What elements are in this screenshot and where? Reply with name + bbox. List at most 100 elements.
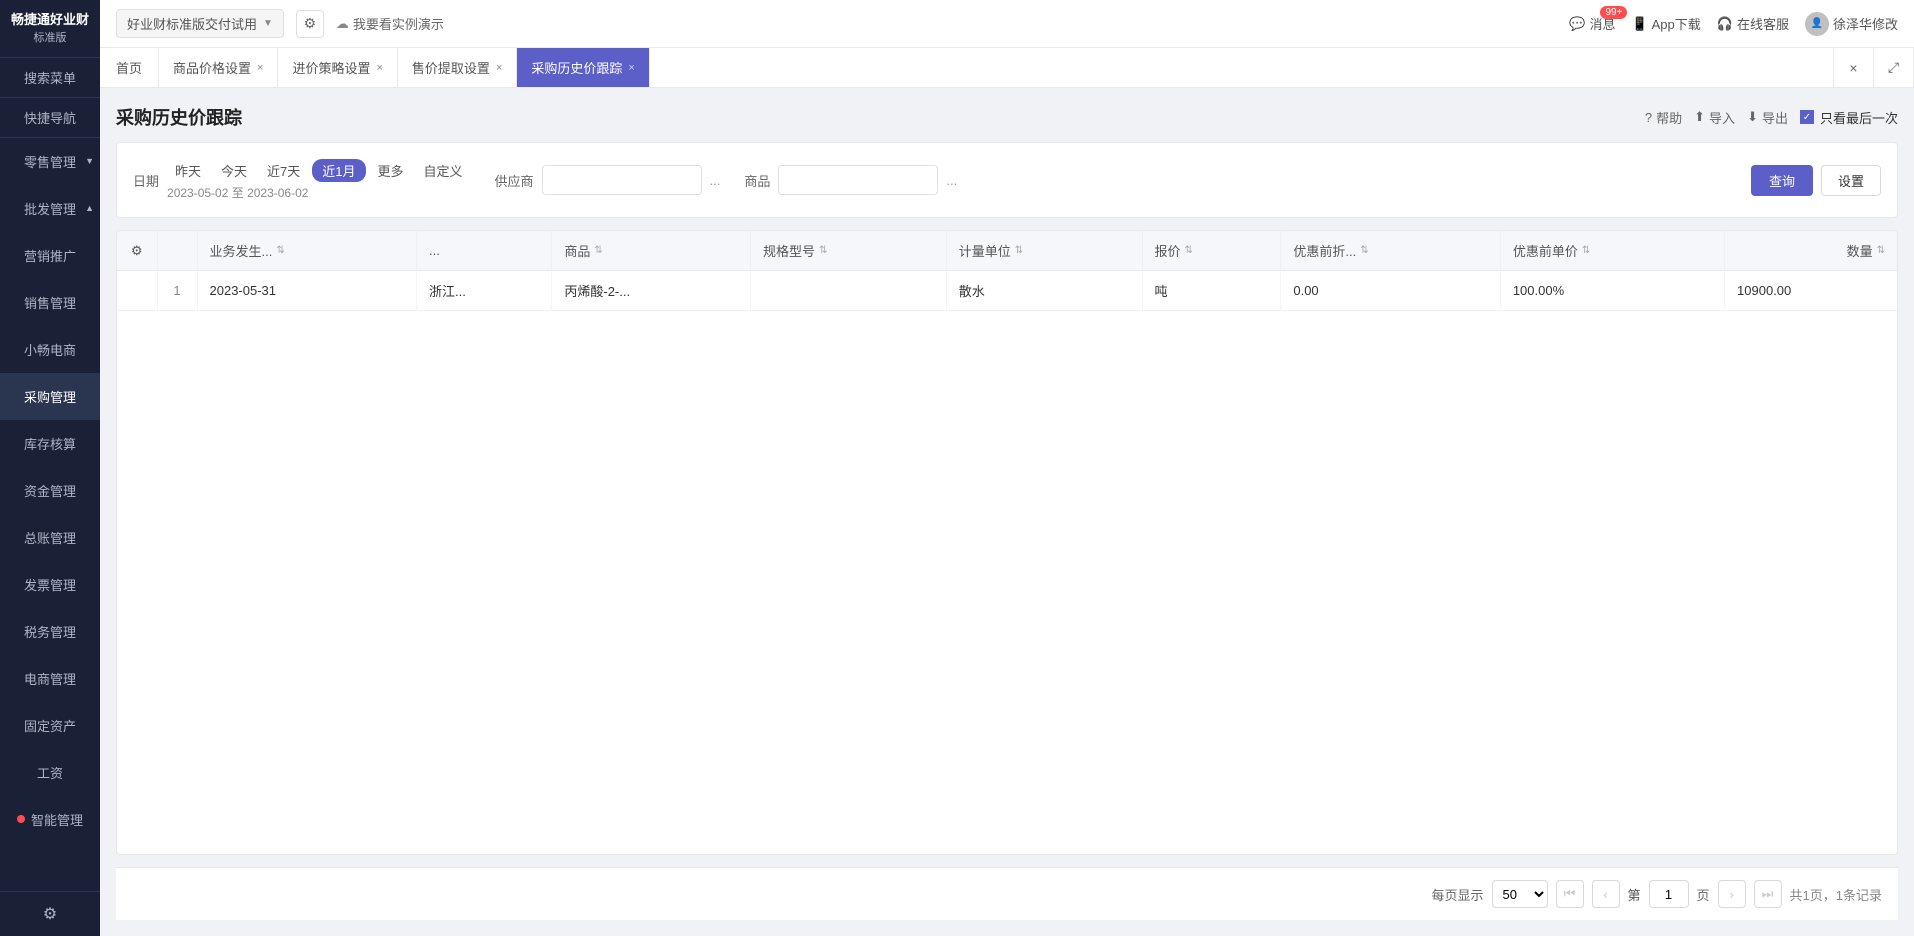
page-number-input[interactable] xyxy=(1649,880,1689,908)
help-link[interactable]: ? 帮助 xyxy=(1645,108,1682,127)
sidebar-item-finance[interactable]: 资金管理 xyxy=(0,467,100,514)
service-label: 在线客服 xyxy=(1737,14,1789,33)
sidebar-item-ecommerce[interactable]: 电商管理 xyxy=(0,655,100,702)
user-menu[interactable]: 👤 徐泽华修改 xyxy=(1805,12,1898,36)
export-link[interactable]: ⬇ 导出 xyxy=(1747,108,1788,127)
tab-home[interactable]: 首页 xyxy=(100,48,159,87)
date-opt-yesterday[interactable]: 昨天 xyxy=(167,159,209,182)
tab-close-button[interactable]: × xyxy=(1834,48,1874,87)
th-goods-sort[interactable]: 商品 ⇅ xyxy=(564,241,738,260)
sidebar-item-smart[interactable]: 智能管理 xyxy=(0,796,100,843)
th-goods[interactable]: 商品 ⇅ xyxy=(552,231,751,271)
setting-button[interactable]: 设置 xyxy=(1821,165,1881,196)
demo-label: 我要看实例演示 xyxy=(353,14,444,33)
settings-gear-icon[interactable]: ⚙ xyxy=(8,904,92,924)
sidebar-item-inventory[interactable]: 库存核算 xyxy=(0,420,100,467)
sidebar: 畅捷通好业财 标准版 搜索菜单 快捷导航 零售管理 批发管理 营销推广 销售管理… xyxy=(0,0,100,936)
sidebar-item-search[interactable]: 搜索菜单 xyxy=(0,58,100,98)
sidebar-item-quicknav[interactable]: 快捷导航 xyxy=(0,98,100,138)
th-price-sort[interactable]: 报价 ⇅ xyxy=(1155,241,1269,260)
th-biz-date-sort[interactable]: 业务发生... ⇅ xyxy=(210,241,404,260)
tab-expand-button[interactable]: ⤢ xyxy=(1874,48,1914,87)
goods-input[interactable] xyxy=(778,165,938,195)
sidebar-item-wholesale[interactable]: 批发管理 xyxy=(0,185,100,232)
version-label: 好业财标准版交付试用 xyxy=(127,14,257,33)
sidebar-item-salary[interactable]: 工资 xyxy=(0,749,100,796)
only-last-check-icon[interactable]: ✓ xyxy=(1800,110,1814,124)
total-info: 共1页，1条记录 xyxy=(1790,885,1882,904)
th-unit-sort[interactable]: 计量单位 ⇅ xyxy=(959,241,1130,260)
tab-sale-price-label: 售价提取设置 xyxy=(412,58,490,77)
sort-icon-qty: ⇅ xyxy=(1877,245,1885,256)
app-label: App下载 xyxy=(1652,14,1701,33)
page-prev-button[interactable]: ‹ xyxy=(1592,880,1620,908)
td-more: 浙江... xyxy=(416,271,551,311)
date-opt-today[interactable]: 今天 xyxy=(213,159,255,182)
date-opt-custom[interactable]: 自定义 xyxy=(416,159,471,182)
per-page-label: 每页显示 xyxy=(1431,885,1483,904)
th-spec[interactable]: 规格型号 ⇅ xyxy=(751,231,947,271)
th-discount-sort[interactable]: 优惠前折... ⇅ xyxy=(1293,241,1487,260)
page-next-button[interactable]: › xyxy=(1718,880,1746,908)
goods-filter-group: 商品 ... xyxy=(744,165,957,195)
th-spec-sort[interactable]: 规格型号 ⇅ xyxy=(763,241,934,260)
tab-purchase-history-close[interactable]: × xyxy=(628,62,634,74)
online-service-button[interactable]: 🎧 在线客服 xyxy=(1717,14,1789,33)
th-qty[interactable]: 数量 ⇅ xyxy=(1725,231,1897,271)
only-last-label: 只看最后一次 xyxy=(1820,108,1898,127)
demo-button[interactable]: ☁ 我要看实例演示 xyxy=(336,14,444,33)
headset-icon: 🎧 xyxy=(1717,16,1733,32)
tab-purchase-strategy-close[interactable]: × xyxy=(376,62,382,74)
th-unit[interactable]: 计量单位 ⇅ xyxy=(946,231,1142,271)
msg-icon: 💬 xyxy=(1569,16,1585,32)
tab-purchase-strategy-label: 进价策略设置 xyxy=(292,58,370,77)
sidebar-item-purchase[interactable]: 采购管理 xyxy=(0,373,100,420)
sidebar-item-fixed-assets[interactable]: 固定资产 xyxy=(0,702,100,749)
sidebar-item-ecommerce-small[interactable]: 小畅电商 xyxy=(0,326,100,373)
date-opt-7days[interactable]: 近7天 xyxy=(259,159,308,182)
supplier-input[interactable] xyxy=(542,165,702,195)
tab-purchase-history[interactable]: 采购历史价跟踪 × xyxy=(517,48,649,87)
td-pre-discount-price: 10900.00 xyxy=(1725,271,1897,311)
main-area: 好业财标准版交付试用 ▼ ⚙ ☁ 我要看实例演示 💬 消息 99+ 📱 App下… xyxy=(100,0,1914,936)
sidebar-item-invoice[interactable]: 发票管理 xyxy=(0,561,100,608)
tab-home-label: 首页 xyxy=(116,58,142,77)
table-row: 1 2023-05-31 浙江... 丙烯酸-2-... 散水 吨 0.00 1… xyxy=(117,271,1897,311)
th-qty-sort[interactable]: 数量 ⇅ xyxy=(1737,241,1885,260)
goods-ellipsis[interactable]: ... xyxy=(946,173,957,188)
cloud-icon: ☁ xyxy=(336,16,349,32)
th-pre-discount-price[interactable]: 优惠前单价 ⇅ xyxy=(1500,231,1724,271)
tab-goods-price[interactable]: 商品价格设置 × xyxy=(159,48,278,87)
date-opt-1month[interactable]: 近1月 xyxy=(312,159,365,182)
page-title: 采购历史价跟踪 xyxy=(116,104,242,130)
supplier-ellipsis[interactable]: ... xyxy=(710,173,721,188)
tabbar: 首页 商品价格设置 × 进价策略设置 × 售价提取设置 × 采购历史价跟踪 × … xyxy=(100,48,1914,88)
app-download-button[interactable]: 📱 App下载 xyxy=(1631,14,1700,33)
topbar-gear-icon[interactable]: ⚙ xyxy=(296,10,324,38)
tab-goods-price-close[interactable]: × xyxy=(257,62,263,74)
th-biz-date[interactable]: 业务发生... ⇅ xyxy=(197,231,416,271)
import-link[interactable]: ⬆ 导入 xyxy=(1694,108,1735,127)
sidebar-item-sales[interactable]: 销售管理 xyxy=(0,279,100,326)
sidebar-item-marketing[interactable]: 营销推广 xyxy=(0,232,100,279)
messages-button[interactable]: 💬 消息 99+ xyxy=(1569,14,1615,33)
sort-icon-goods: ⇅ xyxy=(594,245,602,256)
tab-sale-price[interactable]: 售价提取设置 × xyxy=(398,48,517,87)
th-price[interactable]: 报价 ⇅ xyxy=(1142,231,1281,271)
version-selector[interactable]: 好业财标准版交付试用 ▼ xyxy=(116,9,284,38)
th-pre-discount-price-sort[interactable]: 优惠前单价 ⇅ xyxy=(1513,241,1712,260)
td-goods: 丙烯酸-2-... xyxy=(552,271,751,311)
sidebar-item-tax[interactable]: 税务管理 xyxy=(0,608,100,655)
tab-sale-price-close[interactable]: × xyxy=(496,62,502,74)
page-last-button[interactable]: ⏭ xyxy=(1754,880,1782,908)
sidebar-item-general-ledger[interactable]: 总账管理 xyxy=(0,514,100,561)
help-icon: ? xyxy=(1645,110,1652,125)
page-first-button[interactable]: ⏮ xyxy=(1556,880,1584,908)
only-last-checkbox[interactable]: ✓ 只看最后一次 xyxy=(1800,108,1898,127)
date-opt-more[interactable]: 更多 xyxy=(370,159,412,182)
tab-purchase-strategy[interactable]: 进价策略设置 × xyxy=(278,48,397,87)
page-size-select[interactable]: 50 20 100 200 xyxy=(1492,880,1548,908)
sidebar-item-retail[interactable]: 零售管理 xyxy=(0,138,100,185)
query-button[interactable]: 查询 xyxy=(1751,165,1813,196)
th-discount[interactable]: 优惠前折... ⇅ xyxy=(1281,231,1500,271)
